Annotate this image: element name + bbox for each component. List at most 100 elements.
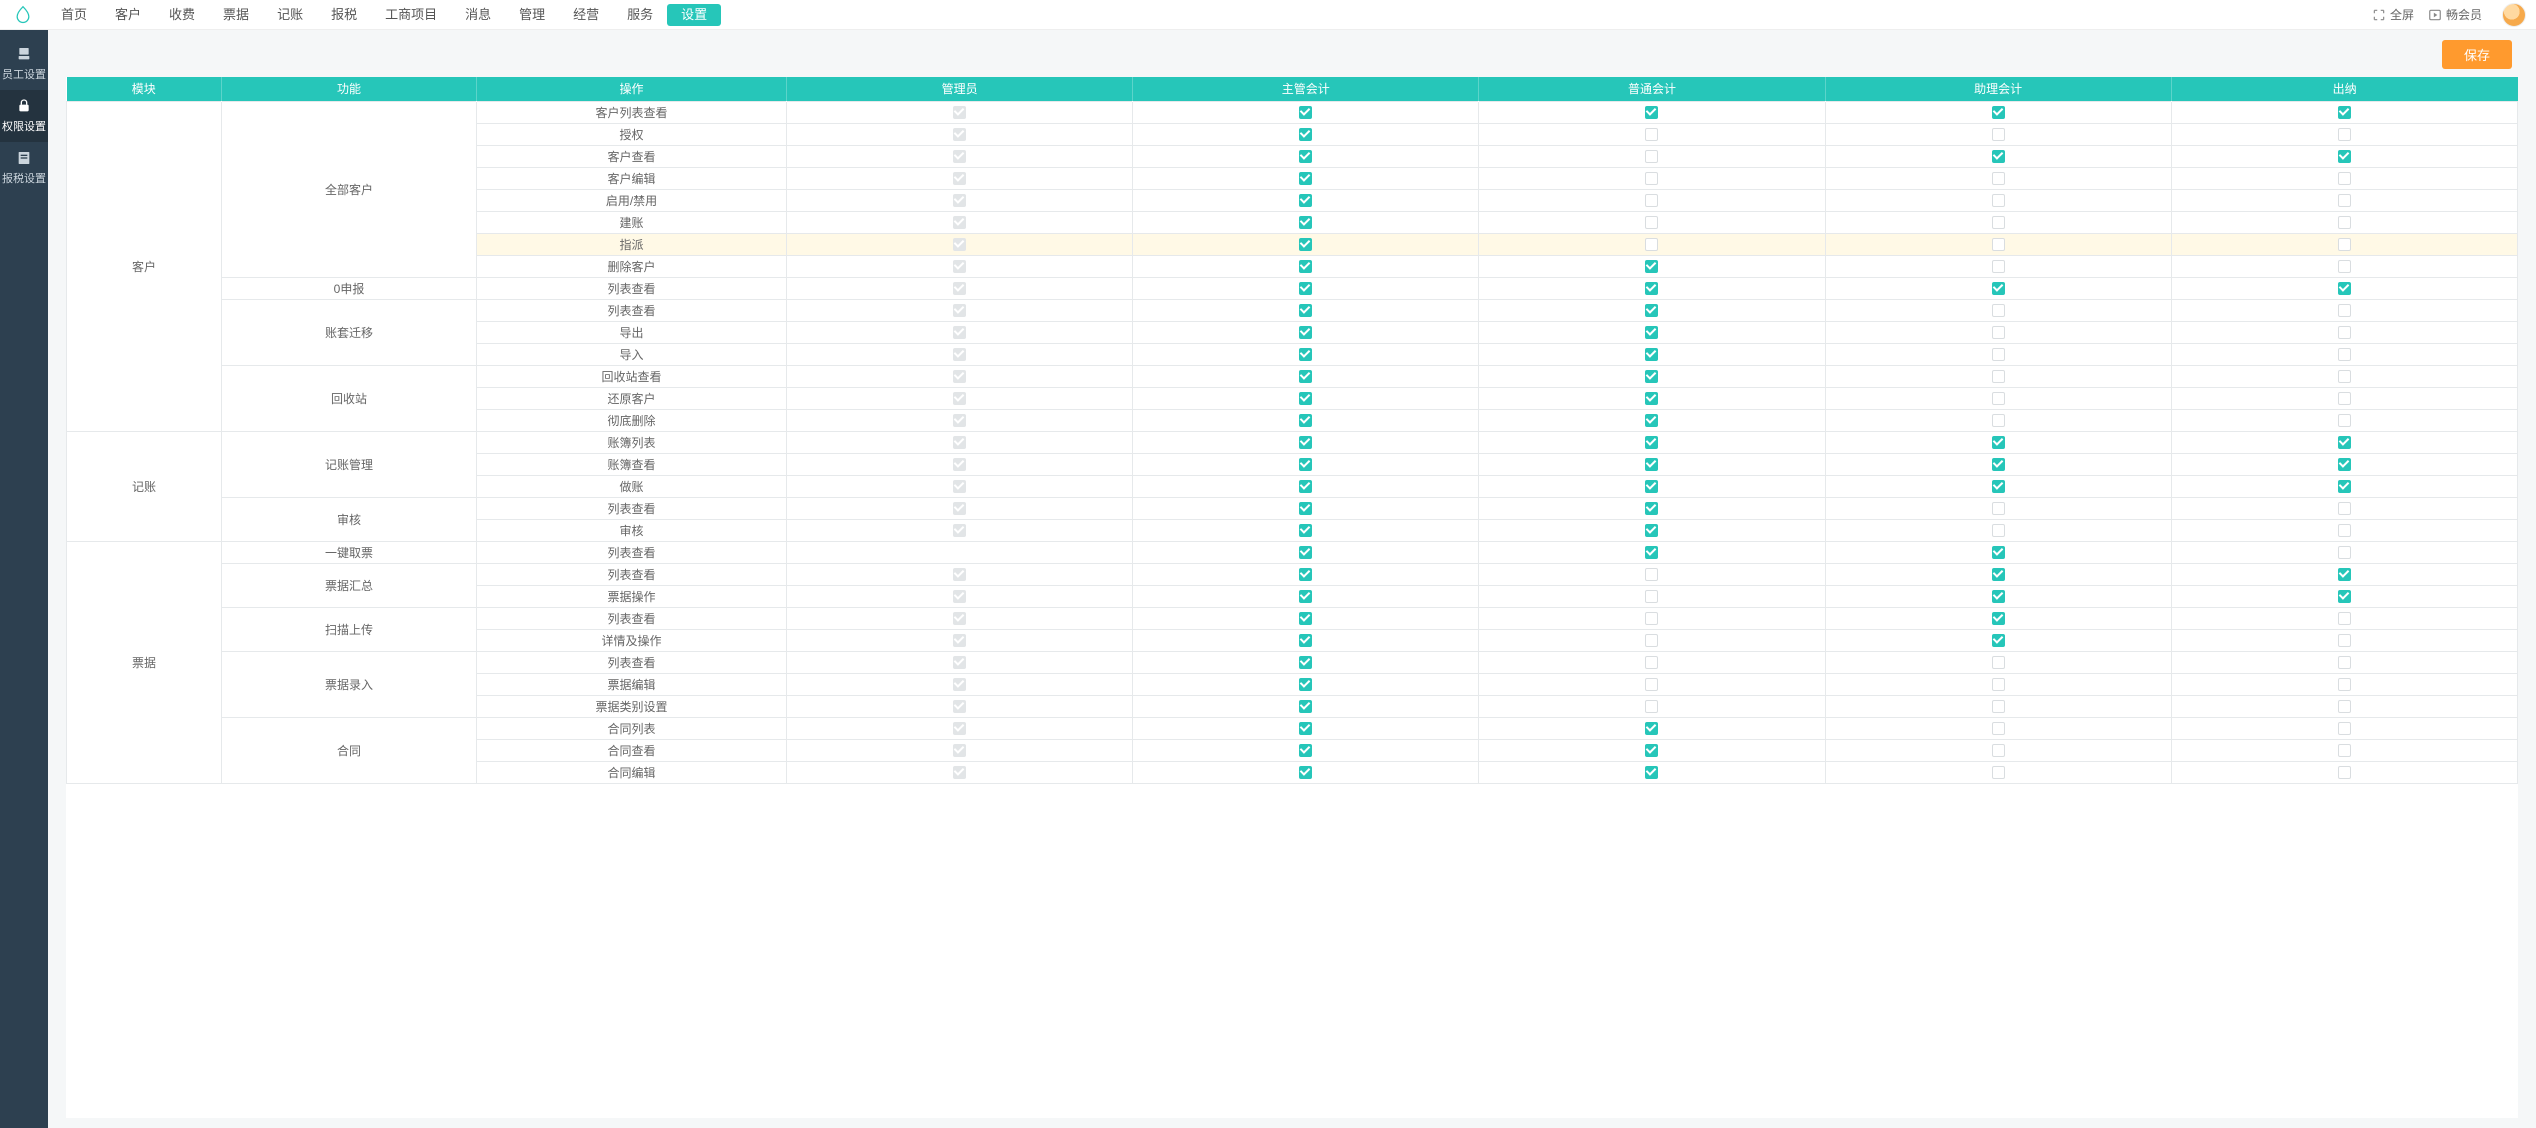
- checkbox[interactable]: [1992, 216, 2005, 229]
- checkbox[interactable]: [1992, 678, 2005, 691]
- topnav-item[interactable]: 管理: [505, 0, 559, 30]
- checkbox[interactable]: [1645, 238, 1658, 251]
- topnav-item[interactable]: 经营: [559, 0, 613, 30]
- checkbox[interactable]: [2338, 634, 2351, 647]
- topnav-item[interactable]: 首页: [47, 0, 101, 30]
- checkbox[interactable]: [1299, 744, 1312, 757]
- checkbox[interactable]: [1299, 700, 1312, 713]
- checkbox[interactable]: [1299, 766, 1312, 779]
- checkbox[interactable]: [1992, 700, 2005, 713]
- checkbox[interactable]: [2338, 370, 2351, 383]
- checkbox[interactable]: [1299, 590, 1312, 603]
- topnav-item[interactable]: 报税: [317, 0, 371, 30]
- topnav-item[interactable]: 消息: [451, 0, 505, 30]
- checkbox[interactable]: [1299, 238, 1312, 251]
- checkbox[interactable]: [1299, 678, 1312, 691]
- checkbox[interactable]: [1992, 348, 2005, 361]
- checkbox[interactable]: [1299, 414, 1312, 427]
- checkbox[interactable]: [1299, 216, 1312, 229]
- topnav-item[interactable]: 客户: [101, 0, 155, 30]
- checkbox[interactable]: [2338, 722, 2351, 735]
- checkbox[interactable]: [1299, 282, 1312, 295]
- checkbox[interactable]: [1299, 436, 1312, 449]
- checkbox[interactable]: [1992, 106, 2005, 119]
- checkbox[interactable]: [1645, 744, 1658, 757]
- checkbox[interactable]: [2338, 502, 2351, 515]
- checkbox[interactable]: [1992, 524, 2005, 537]
- checkbox[interactable]: [1992, 392, 2005, 405]
- checkbox[interactable]: [1645, 106, 1658, 119]
- checkbox[interactable]: [2338, 348, 2351, 361]
- member-button[interactable]: 畅会员: [2428, 6, 2482, 23]
- checkbox[interactable]: [1992, 766, 2005, 779]
- sidebar-item[interactable]: 权限设置: [0, 90, 48, 142]
- checkbox[interactable]: [2338, 480, 2351, 493]
- checkbox[interactable]: [1645, 348, 1658, 361]
- checkbox[interactable]: [1645, 304, 1658, 317]
- checkbox[interactable]: [1992, 502, 2005, 515]
- checkbox[interactable]: [2338, 568, 2351, 581]
- checkbox[interactable]: [2338, 546, 2351, 559]
- checkbox[interactable]: [1299, 150, 1312, 163]
- checkbox[interactable]: [1645, 634, 1658, 647]
- checkbox[interactable]: [2338, 326, 2351, 339]
- checkbox[interactable]: [1992, 150, 2005, 163]
- checkbox[interactable]: [2338, 194, 2351, 207]
- checkbox[interactable]: [1992, 436, 2005, 449]
- checkbox[interactable]: [1992, 370, 2005, 383]
- checkbox[interactable]: [2338, 216, 2351, 229]
- checkbox[interactable]: [2338, 392, 2351, 405]
- checkbox[interactable]: [2338, 766, 2351, 779]
- checkbox[interactable]: [2338, 304, 2351, 317]
- checkbox[interactable]: [1992, 458, 2005, 471]
- checkbox[interactable]: [1992, 546, 2005, 559]
- checkbox[interactable]: [1645, 150, 1658, 163]
- checkbox[interactable]: [1299, 612, 1312, 625]
- checkbox[interactable]: [1992, 172, 2005, 185]
- topnav-item[interactable]: 票据: [209, 0, 263, 30]
- checkbox[interactable]: [1299, 326, 1312, 339]
- avatar[interactable]: [2502, 3, 2526, 27]
- checkbox[interactable]: [1645, 128, 1658, 141]
- checkbox[interactable]: [2338, 150, 2351, 163]
- checkbox[interactable]: [1992, 414, 2005, 427]
- checkbox[interactable]: [1645, 568, 1658, 581]
- checkbox[interactable]: [1299, 568, 1312, 581]
- checkbox[interactable]: [2338, 436, 2351, 449]
- checkbox[interactable]: [1992, 634, 2005, 647]
- checkbox[interactable]: [1299, 194, 1312, 207]
- sidebar-item[interactable]: 员工设置: [0, 38, 48, 90]
- checkbox[interactable]: [1992, 612, 2005, 625]
- checkbox[interactable]: [1992, 238, 2005, 251]
- checkbox[interactable]: [1299, 392, 1312, 405]
- checkbox[interactable]: [1299, 106, 1312, 119]
- checkbox[interactable]: [1992, 744, 2005, 757]
- checkbox[interactable]: [1299, 546, 1312, 559]
- checkbox[interactable]: [1992, 722, 2005, 735]
- checkbox[interactable]: [1992, 656, 2005, 669]
- checkbox[interactable]: [2338, 590, 2351, 603]
- checkbox[interactable]: [1645, 524, 1658, 537]
- checkbox[interactable]: [1645, 458, 1658, 471]
- checkbox[interactable]: [2338, 414, 2351, 427]
- checkbox[interactable]: [1299, 304, 1312, 317]
- checkbox[interactable]: [2338, 172, 2351, 185]
- topnav-item[interactable]: 记账: [263, 0, 317, 30]
- checkbox[interactable]: [1645, 480, 1658, 493]
- checkbox[interactable]: [2338, 458, 2351, 471]
- checkbox[interactable]: [2338, 656, 2351, 669]
- checkbox[interactable]: [1645, 590, 1658, 603]
- checkbox[interactable]: [2338, 700, 2351, 713]
- checkbox[interactable]: [1299, 634, 1312, 647]
- checkbox[interactable]: [1645, 392, 1658, 405]
- checkbox[interactable]: [1299, 348, 1312, 361]
- checkbox[interactable]: [1299, 458, 1312, 471]
- checkbox[interactable]: [1645, 414, 1658, 427]
- checkbox[interactable]: [1645, 612, 1658, 625]
- checkbox[interactable]: [1299, 172, 1312, 185]
- topnav-item[interactable]: 工商项目: [371, 0, 451, 30]
- checkbox[interactable]: [2338, 524, 2351, 537]
- checkbox[interactable]: [1299, 128, 1312, 141]
- checkbox[interactable]: [1992, 304, 2005, 317]
- topnav-item[interactable]: 收费: [155, 0, 209, 30]
